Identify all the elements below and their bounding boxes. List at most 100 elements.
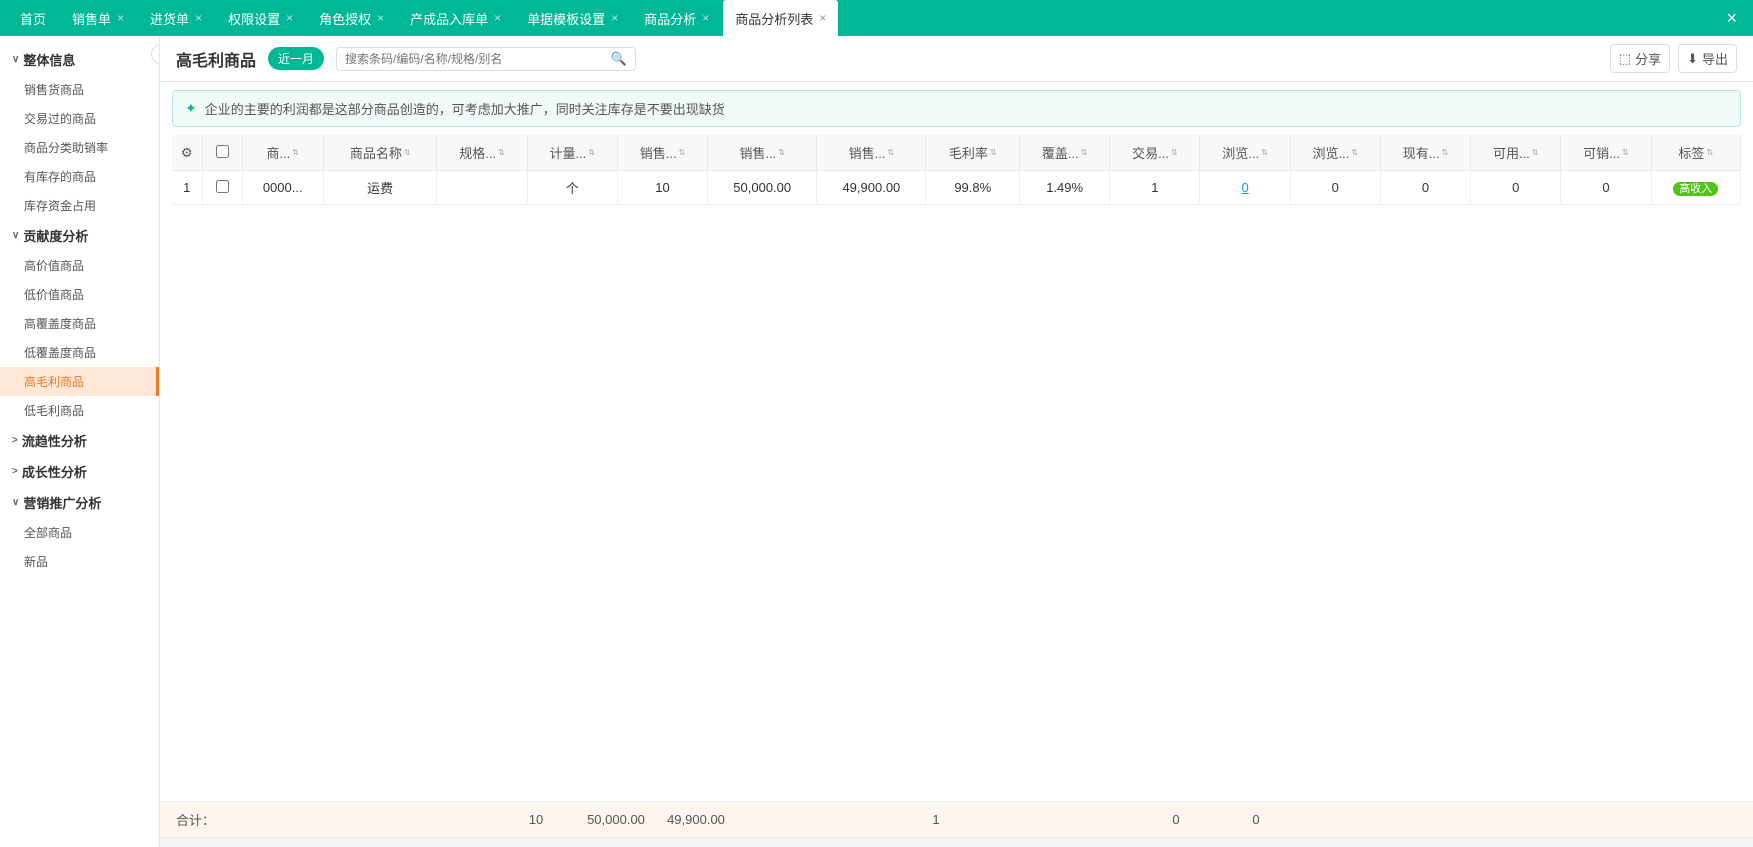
main-layout: « ∨整体信息销售货商品交易过的商品商品分类助销率有库存的商品库存资金占用∨贡献… (0, 36, 1753, 847)
cell-checkbox[interactable] (202, 171, 242, 205)
cell-sale_qty: 10 (617, 171, 707, 205)
nav-item-商品分析[interactable]: 商品分析× (632, 0, 721, 36)
col-header-name[interactable]: 商品名称⇅ (323, 135, 437, 171)
cell-name: 运费 (323, 171, 437, 205)
col-header-tag[interactable]: 标签⇅ (1651, 135, 1740, 171)
sidebar-group-label: 贡献度分析 (23, 226, 88, 245)
nav-close-商品分析列表[interactable]: × (819, 11, 826, 25)
sidebar-item-高价值商品[interactable]: 高价值商品 (0, 251, 159, 280)
col-header-view2[interactable]: 浏览...⇅ (1290, 135, 1380, 171)
cell-num: 1 (172, 171, 202, 205)
col-header-code[interactable]: 商...⇅ (242, 135, 323, 171)
nav-item-产成品入库单[interactable]: 产成品入库单× (398, 0, 513, 36)
nav-close-权限设置[interactable]: × (286, 11, 293, 25)
info-text: 企业的主要的利润都是这部分商品创造的，可考虑加大推广，同时关注库存是不要出现缺货 (205, 99, 725, 118)
nav-item-进货单[interactable]: 进货单× (138, 0, 214, 36)
cell-view2: 0 (1290, 171, 1380, 205)
row-checkbox[interactable] (216, 180, 229, 193)
select-all-checkbox[interactable] (216, 145, 229, 158)
col-header-sale_amount[interactable]: 销售...⇅ (708, 135, 817, 171)
info-icon: ✦ (185, 100, 197, 117)
footer-sale-qty: 10 (496, 812, 576, 827)
sort-icon-tag: ⇅ (1706, 148, 1713, 157)
share-icon: ⬚ (1619, 51, 1631, 67)
cell-saleable: 0 (1561, 171, 1651, 205)
col-header-sale_qty[interactable]: 销售...⇅ (617, 135, 707, 171)
cell-available: 0 (1471, 171, 1561, 205)
sidebar-group-arrow: > (12, 435, 18, 446)
nav-close-角色授权[interactable]: × (377, 11, 384, 25)
sidebar-item-有库存的商品[interactable]: 有库存的商品 (0, 162, 159, 191)
col-header-view1[interactable]: 浏览...⇅ (1200, 135, 1290, 171)
sidebar-group-贡献度分析[interactable]: ∨贡献度分析 (0, 220, 159, 251)
top-nav-bar: 首页销售单×进货单×权限设置×角色授权×产成品入库单×单据模板设置×商品分析×商… (0, 0, 1753, 36)
data-table-wrapper: ⚙商...⇅商品名称⇅规格...⇅计量...⇅销售...⇅销售...⇅销售...… (172, 135, 1741, 801)
sidebar-item-交易过的商品[interactable]: 交易过的商品 (0, 104, 159, 133)
sort-icon-code: ⇅ (292, 148, 299, 157)
sidebar-item-高毛利商品[interactable]: 高毛利商品 (0, 367, 159, 396)
sidebar-group-成长性分析[interactable]: > 成长性分析 (0, 456, 159, 487)
sidebar-group-label: 成长性分析 (22, 462, 87, 481)
search-icon[interactable]: 🔍 (611, 51, 627, 67)
col-header-coverage[interactable]: 覆盖...⇅ (1020, 135, 1110, 171)
cell-sale_cost: 49,900.00 (817, 171, 926, 205)
sort-icon-sale_amount: ⇅ (778, 148, 785, 157)
sidebar-group-营销推广分析[interactable]: ∨营销推广分析 (0, 487, 159, 518)
nav-close-商品分析[interactable]: × (702, 11, 709, 25)
sidebar-group-流趋性分析[interactable]: > 流趋性分析 (0, 425, 159, 456)
footer-cells: 10 50,000.00 49,900.00 1 0 0 (236, 812, 1737, 827)
sidebar-item-全部商品[interactable]: 全部商品 (0, 518, 159, 547)
nav-item-销售单[interactable]: 销售单× (60, 0, 136, 36)
sort-icon-stock: ⇅ (1442, 148, 1449, 157)
nav-item-单据模板设置[interactable]: 单据模板设置× (515, 0, 630, 36)
sidebar-group-arrow: > (12, 466, 18, 477)
col-header-spec[interactable]: 规格...⇅ (437, 135, 527, 171)
cell-coverage: 1.49% (1020, 171, 1110, 205)
sidebar-group-label: 流趋性分析 (22, 431, 87, 450)
cell-code: 0000... (242, 171, 323, 205)
cell-view1[interactable]: 0 (1200, 171, 1290, 205)
nav-close-单据模板设置[interactable]: × (611, 11, 618, 25)
sidebar-item-销售货商品[interactable]: 销售货商品 (0, 75, 159, 104)
sidebar-group-整体信息[interactable]: ∨整体信息 (0, 44, 159, 75)
page-title: 高毛利商品 (176, 47, 256, 71)
col-header-saleable[interactable]: 可销...⇅ (1561, 135, 1651, 171)
header-actions: ⬚ 分享 ⬇ 导出 (1610, 44, 1737, 73)
col-header-stock[interactable]: 现有...⇅ (1380, 135, 1470, 171)
sidebar-item-低覆盖度商品[interactable]: 低覆盖度商品 (0, 338, 159, 367)
search-box: 🔍 (336, 47, 636, 71)
sidebar-item-商品分类助销率[interactable]: 商品分类助销率 (0, 133, 159, 162)
share-button[interactable]: ⬚ 分享 (1610, 44, 1670, 73)
cell-gross_rate: 99.8% (926, 171, 1020, 205)
nav-close-进货单[interactable]: × (195, 11, 202, 25)
export-button[interactable]: ⬇ 导出 (1678, 44, 1737, 73)
close-all-button[interactable]: × (1718, 8, 1745, 29)
nav-item-角色授权[interactable]: 角色授权× (307, 0, 396, 36)
col-header-setting: ⚙ (172, 135, 202, 171)
footer-sale-amount: 50,000.00 (576, 812, 656, 827)
nav-close-销售单[interactable]: × (117, 11, 124, 25)
sort-icon-spec: ⇅ (498, 148, 505, 157)
col-header-gross_rate[interactable]: 毛利率⇅ (926, 135, 1020, 171)
share-label: 分享 (1635, 49, 1661, 68)
export-label: 导出 (1702, 49, 1728, 68)
sidebar-item-新品[interactable]: 新品 (0, 547, 159, 576)
col-header-sale_cost[interactable]: 销售...⇅ (817, 135, 926, 171)
nav-item-商品分析列表[interactable]: 商品分析列表× (723, 0, 838, 36)
col-header-trade[interactable]: 交易...⇅ (1110, 135, 1200, 171)
sidebar-item-库存资金占用[interactable]: 库存资金占用 (0, 191, 159, 220)
sidebar-item-低毛利商品[interactable]: 低毛利商品 (0, 396, 159, 425)
sidebar-item-低价值商品[interactable]: 低价值商品 (0, 280, 159, 309)
sidebar-item-高覆盖度商品[interactable]: 高覆盖度商品 (0, 309, 159, 338)
filter-recent-month-button[interactable]: 近一月 (268, 47, 324, 70)
tag-badge: 高收入 (1673, 182, 1718, 196)
nav-item-权限设置[interactable]: 权限设置× (216, 0, 305, 36)
sidebar-group-label: 营销推广分析 (23, 493, 101, 512)
nav-close-产成品入库单[interactable]: × (494, 11, 501, 25)
horizontal-scrollbar[interactable] (160, 837, 1753, 847)
search-input[interactable] (345, 52, 607, 66)
nav-item-首页[interactable]: 首页 (8, 0, 58, 36)
info-banner: ✦ 企业的主要的利润都是这部分商品创造的，可考虑加大推广，同时关注库存是不要出现… (172, 90, 1741, 127)
col-header-available[interactable]: 可用...⇅ (1471, 135, 1561, 171)
col-header-unit[interactable]: 计量...⇅ (527, 135, 617, 171)
